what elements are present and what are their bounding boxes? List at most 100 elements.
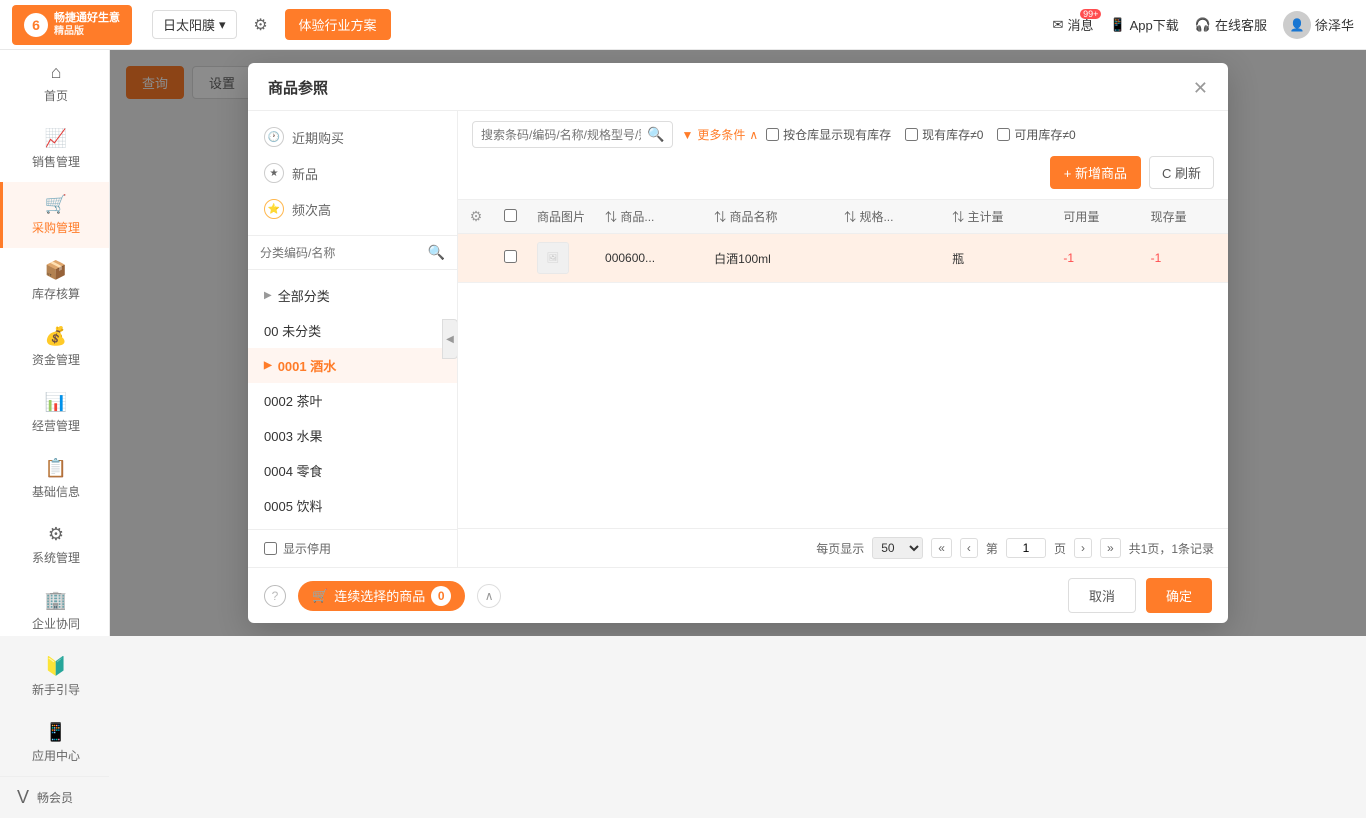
sidebar-item-home[interactable]: ⌂ 首页 [0, 50, 109, 116]
table-col-available[interactable]: 可用量 [1053, 200, 1140, 234]
sidebar-item-enterprise[interactable]: 🏢 企业协同 [0, 578, 109, 644]
per-page-select[interactable]: 50 100 200 [872, 537, 923, 559]
logo-icon: 6 [24, 13, 48, 37]
refresh-button[interactable]: C 刷新 [1149, 156, 1214, 189]
col-img-label: 商品图片 [537, 210, 585, 224]
show-disabled-label[interactable]: 显示停用 [283, 540, 331, 557]
cancel-button[interactable]: 取消 [1068, 578, 1136, 613]
finance-icon: 💰 [45, 326, 67, 347]
recent-purchases-tab[interactable]: 🕐 近期购买 [248, 119, 457, 155]
headset-icon: 🎧 [1195, 17, 1211, 33]
category-search-icon[interactable]: 🔍 [428, 244, 445, 261]
category-0005[interactable]: 0005 饮料 [248, 488, 457, 523]
last-page-button[interactable]: » [1100, 538, 1121, 558]
product-reference-modal: 商品参照 ✕ 🕐 近期购买 ★ [248, 63, 1228, 623]
help-icon[interactable]: ? [264, 585, 286, 607]
enterprise-icon: 🏢 [45, 590, 67, 611]
try-industry-button[interactable]: 体验行业方案 [285, 9, 391, 40]
stock-ne0-label[interactable]: 现有库存≠0 [905, 126, 983, 143]
table-row[interactable]: 🖼 000600... 白酒100ml 瓶 -1 -1 [458, 234, 1228, 283]
footer-collapse-button[interactable]: ∧ [477, 584, 501, 608]
next-page-button[interactable]: › [1074, 538, 1092, 558]
message-button[interactable]: ✉ 消息 99+ [1053, 15, 1094, 34]
arrow-open-icon: ▶ [264, 360, 272, 371]
pagination: 每页显示 50 100 200 « ‹ 第 页 › [458, 528, 1228, 567]
frequent-tab[interactable]: ⭐ 频次高 [248, 191, 457, 227]
sort-icon: ⇅ [605, 210, 617, 224]
main-layout: ⌂ 首页 📈 销售管理 🛒 采购管理 📦 库存核算 💰 资金管理 📊 经营管理 … [0, 50, 1366, 636]
footer-action-buttons: 取消 确定 [1068, 578, 1212, 613]
available-ne0-label[interactable]: 可用库存≠0 [997, 126, 1075, 143]
category-0004-label: 0004 零食 [264, 461, 323, 480]
customer-service-button[interactable]: 🎧 在线客服 [1195, 15, 1267, 34]
table-col-name[interactable]: ⇅ 商品名称 [704, 200, 834, 234]
company-selector[interactable]: 日太阳膜 ▾ [152, 10, 237, 39]
quick-tabs: 🕐 近期购买 ★ 新品 ⭐ 频次高 [248, 111, 457, 236]
cart-count: 0 [431, 586, 451, 606]
sidebar-item-management[interactable]: 📊 经营管理 [0, 380, 109, 446]
sidebar-item-purchase[interactable]: 🛒 采购管理 [0, 182, 109, 248]
page-suffix-label: 页 [1054, 540, 1066, 557]
gear-icon[interactable]: ⚙ [470, 208, 483, 224]
confirm-button[interactable]: 确定 [1146, 578, 1212, 613]
table-col-unit[interactable]: ⇅ 主计量 [942, 200, 1053, 234]
app-download-button[interactable]: 📱 App下载 [1109, 15, 1178, 34]
sidebar-item-management-label: 经营管理 [32, 417, 80, 434]
sidebar-item-inventory[interactable]: 📦 库存核算 [0, 248, 109, 314]
sidebar-item-member-label: 畅会员 [37, 789, 73, 806]
sidebar-item-apps[interactable]: 📱 应用中心 [0, 710, 109, 776]
category-0003[interactable]: 0003 水果 [248, 418, 457, 453]
table-col-code[interactable]: ⇅ 商品... [595, 200, 704, 234]
cart-icon: 🛒 [312, 588, 328, 604]
page-number-input[interactable] [1006, 538, 1046, 558]
sidebar-item-basic[interactable]: 📋 基础信息 [0, 446, 109, 512]
settings-icon[interactable]: ⚙ [245, 9, 277, 41]
sidebar-item-finance[interactable]: 💰 资金管理 [0, 314, 109, 380]
first-page-button[interactable]: « [931, 538, 952, 558]
modal-title: 商品参照 [268, 77, 328, 98]
sidebar-item-guide[interactable]: 🔰 新手引导 [0, 644, 109, 710]
panel-collapse-button[interactable]: ◀ [442, 319, 458, 359]
new-icon: ★ [264, 163, 284, 183]
sidebar-item-member[interactable]: V 畅会员 [0, 777, 109, 818]
category-00-label: 00 未分类 [264, 321, 321, 340]
available-ne0-checkbox[interactable] [997, 128, 1010, 141]
category-0001[interactable]: ▶ 0001 酒水 [248, 348, 457, 383]
category-0004[interactable]: 0004 零食 [248, 453, 457, 488]
category-all[interactable]: ▶ 全部分类 [248, 278, 457, 313]
filter-icon: ▼ [681, 128, 693, 142]
row-code-cell: 000600... [595, 234, 704, 283]
warehouse-stock-label[interactable]: 按仓库显示现有库存 [766, 126, 891, 143]
warehouse-stock-checkbox[interactable] [766, 128, 779, 141]
user-menu-button[interactable]: 👤 徐泽华 [1283, 11, 1354, 39]
sidebar-item-sales[interactable]: 📈 销售管理 [0, 116, 109, 182]
modal-close-button[interactable]: ✕ [1193, 79, 1208, 97]
filter-label: 更多条件 [697, 126, 745, 143]
table-col-spec[interactable]: ⇅ 规格... [834, 200, 942, 234]
table-col-stock[interactable]: 现存量 [1141, 200, 1228, 234]
category-search-input[interactable] [260, 246, 422, 260]
inventory-icon: 📦 [45, 260, 67, 281]
category-00[interactable]: 00 未分类 [248, 313, 457, 348]
add-product-button[interactable]: + 新增商品 [1050, 156, 1141, 189]
row-img-cell: 🖼 [527, 234, 595, 283]
sales-icon: 📈 [45, 128, 67, 149]
prev-page-button[interactable]: ‹ [960, 538, 978, 558]
row-checkbox[interactable] [504, 250, 517, 263]
stock-ne0-checkbox[interactable] [905, 128, 918, 141]
category-0002[interactable]: 0002 茶叶 [248, 383, 457, 418]
product-search-input[interactable] [481, 128, 641, 142]
sidebar-item-system[interactable]: ⚙ 系统管理 [0, 512, 109, 578]
select-all-checkbox[interactable] [504, 209, 517, 222]
show-disabled-checkbox[interactable] [264, 542, 277, 555]
category-0001-label: 0001 酒水 [278, 356, 337, 375]
cart-button[interactable]: 🛒 连续选择的商品 0 [298, 581, 465, 611]
warehouse-stock-text: 按仓库显示现有库存 [783, 126, 891, 143]
row-name-cell: 白酒100ml [704, 234, 834, 283]
product-search-icon[interactable]: 🔍 [647, 126, 664, 143]
more-filters-button[interactable]: ▼ 更多条件 ∧ [681, 126, 758, 143]
modal-overlay: 商品参照 ✕ 🕐 近期购买 ★ [110, 50, 1366, 636]
new-products-tab[interactable]: ★ 新品 [248, 155, 457, 191]
modal-footer: ? 🛒 连续选择的商品 0 ∧ 取消 确定 [248, 567, 1228, 623]
product-search-box: 🔍 [472, 121, 673, 148]
